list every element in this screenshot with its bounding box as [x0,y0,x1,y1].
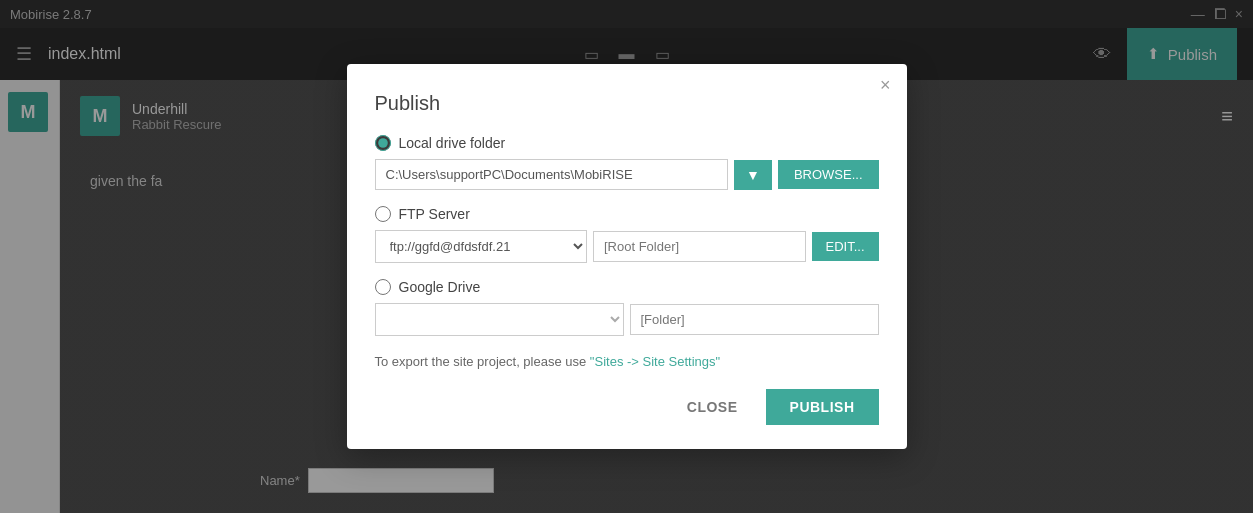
site-settings-link[interactable]: "Sites -> Site Settings" [590,354,720,369]
path-row: ▼ BROWSE... [375,159,879,190]
edit-button[interactable]: EDIT... [812,232,879,261]
gdrive-row [375,303,879,336]
google-drive-radio[interactable] [375,279,391,295]
close-button[interactable]: CLOSE [671,389,754,425]
ftp-select[interactable]: ftp://ggfd@dfdsfdf.21 [375,230,588,263]
ftp-server-option: FTP Server ftp://ggfd@dfdsfdf.21 EDIT... [375,206,879,263]
ftp-label[interactable]: FTP Server [375,206,879,222]
export-text: To export the site project, please use "… [375,354,879,369]
google-drive-option: Google Drive [375,279,879,336]
modal-title: Publish [375,92,879,115]
modal-footer: CLOSE PUBLISH [375,389,879,425]
local-drive-radio[interactable] [375,135,391,151]
folder-input[interactable] [630,304,879,335]
modal-publish-button[interactable]: PUBLISH [766,389,879,425]
local-path-input[interactable] [375,159,729,190]
modal-overlay: × Publish Local drive folder ▼ BROWSE... [0,0,1253,513]
modal-close-button[interactable]: × [880,76,891,94]
root-folder-input[interactable] [593,231,806,262]
path-dropdown-button[interactable]: ▼ [734,160,772,190]
gdrive-select[interactable] [375,303,624,336]
publish-modal: × Publish Local drive folder ▼ BROWSE... [347,64,907,449]
google-drive-label[interactable]: Google Drive [375,279,879,295]
ftp-radio[interactable] [375,206,391,222]
ftp-row: ftp://ggfd@dfdsfdf.21 EDIT... [375,230,879,263]
local-drive-option: Local drive folder ▼ BROWSE... [375,135,879,190]
local-drive-label[interactable]: Local drive folder [375,135,879,151]
browse-button[interactable]: BROWSE... [778,160,879,189]
